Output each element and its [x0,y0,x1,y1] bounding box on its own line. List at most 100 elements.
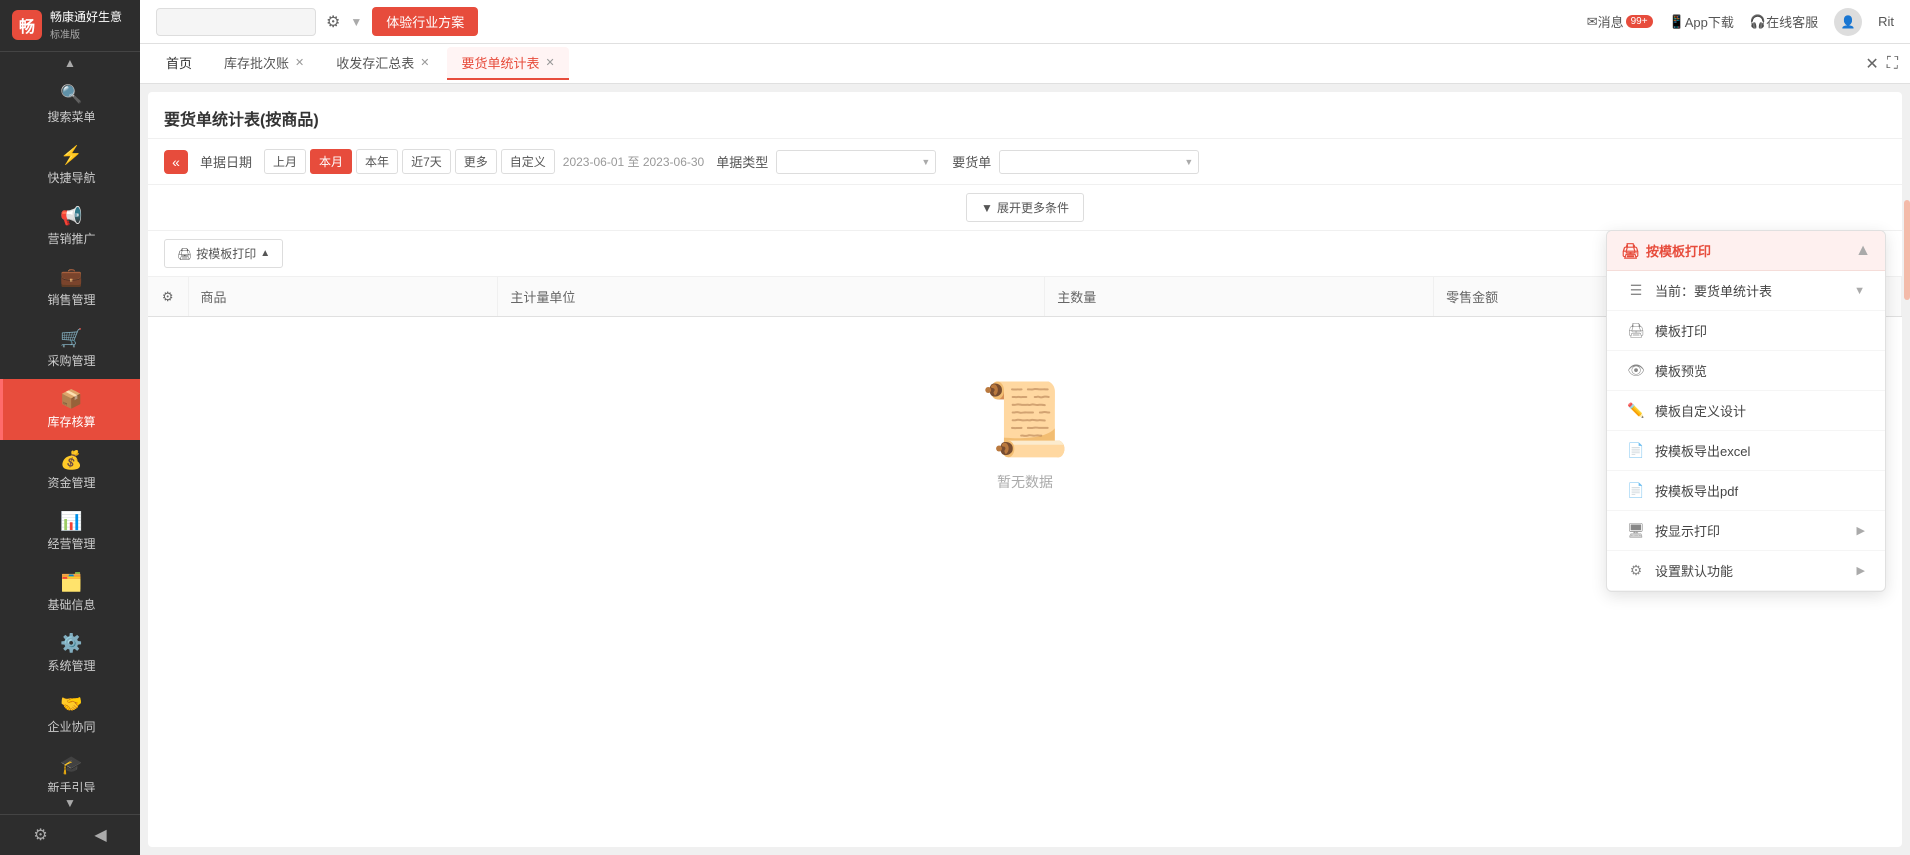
collapse-icon[interactable]: ◀ [94,825,106,845]
tab-receipt-summary-label: 收发存汇总表 [336,53,414,72]
dropdown-current-item[interactable]: ☰ 当前：要货单统计表 ▼ [1607,271,1885,311]
sidebar-item-marketing[interactable]: 📢 营销推广 [0,196,140,257]
content-header: 要货单统计表(按商品) [148,92,1902,139]
sidebar-item-enterprise[interactable]: 🤝 企业协同 [0,684,140,745]
default-func-label: 设置默认功能 [1655,561,1733,580]
tab-yaodan-stat-label: 要货单统计表 [461,53,539,72]
tab-home[interactable]: 首页 [152,47,206,80]
dropdown-item-template-custom[interactable]: ✏️ 模板自定义设计 [1607,391,1885,431]
expand-more-label: 展开更多条件 [997,199,1069,216]
topbar-search-input[interactable] [156,8,316,36]
tab-batch-account[interactable]: 库存批次账 ✕ [210,47,318,80]
inventory-icon: 📦 [60,389,82,410]
sidebar-item-purchase[interactable]: 🛒 采购管理 [0,318,140,379]
trial-btn[interactable]: 体验行业方案 [372,7,478,36]
sidebar-item-basic[interactable]: 🗂️ 基础信息 [0,562,140,623]
dropdown-close-btn[interactable]: ▲ [1855,242,1871,260]
username-label: Rit [1878,14,1894,29]
sidebar-item-inventory[interactable]: 📦 库存核算 [0,379,140,440]
print-dropdown: 🖨 按模板打印 ▲ ☰ 当前：要货单统计表 ▼ 🖨 模板打印 👁 模板预览 [1606,230,1886,592]
filter-toggle-btn[interactable]: « [164,150,188,174]
print-icon: 🖨 [177,247,192,261]
default-func-arrow: ▶ [1857,564,1865,577]
dropdown-item-template-print[interactable]: 🖨 模板打印 [1607,311,1885,351]
tabs-close-all-btn[interactable]: ✕ [1865,54,1878,74]
date-filter-group: 上月 本月 本年 近7天 更多 自定义 2023-06-01 至 2023-06… [264,149,704,174]
date-btn-custom[interactable]: 自定义 [501,149,555,174]
tab-receipt-summary[interactable]: 收发存汇总表 ✕ [322,47,443,80]
expand-more-btn[interactable]: ▼ 展开更多条件 [966,193,1084,222]
dropdown-item-template-pdf[interactable]: 📄 按模板导出pdf [1607,471,1885,511]
headset-icon: 🎧 [1750,14,1766,30]
tab-yaodan-stat[interactable]: 要货单统计表 ✕ [447,47,568,80]
sidebar-item-search[interactable]: 🔍 搜索菜单 [0,74,140,135]
tab-receipt-summary-close[interactable]: ✕ [420,56,429,69]
empty-text: 暂无数据 [997,472,1053,492]
dropdown-section-default-func[interactable]: ⚙ 设置默认功能 ▶ [1607,551,1885,591]
display-print-label: 按显示打印 [1655,521,1720,540]
template-preview-label: 模板预览 [1655,361,1707,380]
dropdown-current-label: 当前：要货单统计表 [1655,281,1772,300]
template-excel-label: 按模板导出excel [1655,441,1750,460]
template-custom-icon: ✏️ [1627,402,1645,419]
print-btn[interactable]: 🖨 按模板打印 ▲ [164,239,283,268]
sidebar-item-guide[interactable]: 🎓 新手引导 [0,745,140,792]
date-btn-7days[interactable]: 近7天 [402,149,451,174]
topbar-dropdown-icon[interactable]: ▼ [350,15,362,29]
sidebar-item-finance[interactable]: 💰 资金管理 [0,440,140,501]
date-btn-this-year[interactable]: 本年 [356,149,398,174]
topbar-gear-icon[interactable]: ⚙ [326,12,340,32]
type-select[interactable] [776,150,936,174]
tab-batch-account-close[interactable]: ✕ [295,56,304,69]
col-settings[interactable]: ⚙ [148,277,188,317]
sidebar-item-label-enterprise: 企业协同 [47,718,95,735]
date-btn-more[interactable]: 更多 [455,149,497,174]
date-filter-label: 单据日期 [200,152,252,171]
guide-icon: 🎓 [60,755,82,776]
app-logo-icon: 畅 [12,10,42,40]
dropdown-section-display-print[interactable]: 🖥 按显示打印 ▶ [1607,511,1885,551]
type-select-wrapper [776,150,936,174]
right-scrollbar[interactable] [1904,200,1910,300]
topbar-left: ⚙ ▼ 体验行业方案 [156,7,478,36]
app-download-badge[interactable]: 📱 App下载 [1669,12,1734,31]
empty-illustration: 📜 [980,377,1070,462]
system-icon: ⚙️ [60,633,82,654]
type-filter-group: 单据类型 要货单 [716,150,1886,174]
filter-bar: « 单据日期 上月 本月 本年 近7天 更多 自定义 2023-06-01 至 … [148,139,1902,185]
current-item-arrow: ▼ [1854,285,1865,297]
sidebar-item-quick-nav[interactable]: ⚡ 快捷导航 [0,135,140,196]
display-print-arrow: ▶ [1857,524,1865,537]
current-item-icon: ☰ [1627,282,1645,299]
date-btn-this-month[interactable]: 本月 [310,149,352,174]
print-label: 按模板打印 [196,245,256,262]
dropdown-item-template-preview[interactable]: 👁 模板预览 [1607,351,1885,391]
print-chevron-icon: ▲ [260,248,270,259]
page-title: 要货单统计表(按商品) [164,112,319,129]
sidebar-item-label-marketing: 营销推广 [47,230,95,247]
online-service-badge[interactable]: 🎧 在线客服 [1750,12,1818,31]
sidebar-item-system[interactable]: ⚙️ 系统管理 [0,623,140,684]
settings-icon[interactable]: ⚙ [33,825,47,845]
template-print-icon: 🖨 [1627,322,1645,339]
avatar[interactable]: 👤 [1834,8,1862,36]
date-btn-last-month[interactable]: 上月 [264,149,306,174]
app-name: 畅康通好生意 [50,10,122,26]
sidebar-scroll-up[interactable]: ▲ [0,52,140,74]
sidebar-item-sales[interactable]: 💼 销售管理 [0,257,140,318]
tabs-expand-btn[interactable]: ⛶ [1887,55,1898,73]
yaohuodan-select[interactable] [999,150,1199,174]
sidebar-nav: 🔍 搜索菜单 ⚡ 快捷导航 📢 营销推广 💼 销售管理 🛒 采购管理 📦 库存核… [0,74,140,792]
template-print-label: 模板打印 [1655,321,1707,340]
operation-icon: 📊 [60,511,82,532]
sidebar: 畅 畅康通好生意 标准版 ▲ 🔍 搜索菜单 ⚡ 快捷导航 📢 营销推广 💼 销售… [0,0,140,855]
dropdown-item-template-excel[interactable]: 📄 按模板导出excel [1607,431,1885,471]
enterprise-icon: 🤝 [60,694,82,715]
app-subtitle: 标准版 [50,26,122,41]
message-badge[interactable]: ✉ 消息 99+ [1587,12,1653,31]
sidebar-item-operation[interactable]: 📊 经营管理 [0,501,140,562]
sidebar-item-label-basic: 基础信息 [47,596,95,613]
sidebar-scroll-down[interactable]: ▼ [0,792,140,814]
tab-yaodan-stat-close[interactable]: ✕ [546,56,555,69]
display-print-icon: 🖥 [1627,522,1645,539]
